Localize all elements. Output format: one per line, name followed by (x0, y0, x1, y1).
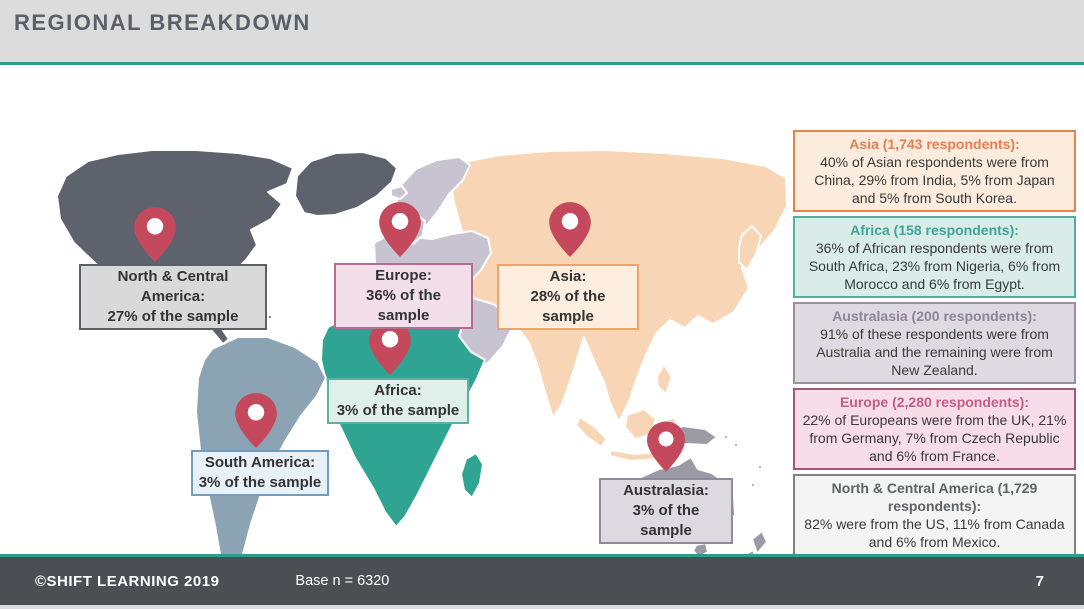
map-label-value: 27% of the sample (107, 308, 239, 325)
copyright-text: ©SHIFT LEARNING 2019 (35, 572, 220, 590)
map-area: North & Central America: 27% of the samp… (0, 65, 1084, 609)
detail-box-north-central-america: North & Central America (1,729 responden… (793, 474, 1076, 556)
madagascar-island (460, 452, 484, 499)
detail-box-title: Africa (158 respondents): (850, 222, 1019, 238)
detail-box-africa: Africa (158 respondents): 36% of African… (793, 216, 1076, 298)
page-number: 7 (1035, 572, 1044, 590)
footer-bar: ©SHIFT LEARNING 2019 Base n = 6320 7 (0, 557, 1084, 605)
map-label-region: South America: (204, 454, 316, 471)
map-pin-asia (548, 201, 592, 258)
slide-header: REGIONAL BREAKDOWN (0, 0, 1084, 62)
detail-box-title: Australasia (200 respondents): (832, 308, 1037, 324)
map-pin-south-america (234, 392, 278, 449)
detail-box-body: 40% of Asian respondents were from China… (814, 154, 1055, 206)
detail-box-asia: Asia (1,743 respondents): 40% of Asian r… (793, 130, 1076, 212)
detail-box-body: 22% of Europeans were from the UK, 21% f… (802, 412, 1067, 464)
bottom-strip (0, 605, 1084, 609)
pin-icon (134, 207, 176, 262)
map-label-australasia: Australasia: 3% of the sample (599, 478, 733, 544)
map-label-south-america: South America: 3% of the sample (191, 450, 329, 496)
detail-box-australasia: Australasia (200 respondents): 91% of th… (793, 302, 1076, 384)
detail-box-title: North & Central America (1,729 responden… (831, 480, 1038, 514)
map-label-region: North & Central America: (117, 268, 229, 305)
detail-box-europe: Europe (2,280 respondents): 22% of Europ… (793, 388, 1076, 470)
caribbean-island (267, 314, 273, 320)
sumatra-island (575, 416, 608, 448)
map-label-value: 36% of the sample (365, 287, 441, 324)
base-n-text: Base n = 6320 (295, 573, 390, 589)
map-pin-europe (378, 201, 422, 258)
detail-box-title: Europe (2,280 respondents): (839, 394, 1030, 410)
map-label-region: Australasia: (623, 482, 709, 499)
pin-icon (235, 393, 277, 448)
map-label-africa: Africa: 3% of the sample (327, 378, 469, 424)
map-label-value: 3% of the sample (198, 474, 322, 491)
detail-box-body: 36% of African respondents were from Sou… (808, 240, 1061, 292)
pacific-island (750, 482, 756, 488)
pacific-island (733, 442, 739, 448)
region-detail-sidebar: Asia (1,743 respondents): 40% of Asian r… (793, 130, 1076, 609)
page-title: REGIONAL BREAKDOWN (14, 10, 311, 35)
map-pin-north-central-america (133, 206, 177, 263)
detail-box-body: 91% of these respondents were from Austr… (816, 326, 1053, 378)
pin-icon (647, 421, 685, 472)
pin-icon (379, 202, 421, 257)
map-label-europe: Europe: 36% of the sample (334, 263, 473, 329)
detail-box-body: 82% were from the US, 11% from Canada an… (804, 516, 1065, 550)
pacific-island (723, 434, 729, 440)
map-label-value: 3% of the sample (632, 502, 700, 539)
map-label-region: Asia: (549, 268, 587, 285)
map-label-region: Europe: (375, 267, 432, 284)
philippines-islands (656, 364, 673, 395)
slide-regional-breakdown: REGIONAL BREAKDOWN North & Central Ameri… (0, 0, 1084, 609)
pin-icon (549, 202, 591, 257)
pacific-island (757, 464, 763, 470)
map-label-asia: Asia: 28% of the sample (497, 264, 639, 330)
map-label-value: 3% of the sample (336, 402, 460, 419)
map-label-region: Africa: (374, 382, 422, 399)
map-pin-australasia (646, 420, 686, 473)
map-label-value: 28% of the sample (530, 288, 606, 325)
map-label-north-central-america: North & Central America: 27% of the samp… (79, 264, 267, 330)
detail-box-title: Asia (1,743 respondents): (849, 136, 1020, 152)
